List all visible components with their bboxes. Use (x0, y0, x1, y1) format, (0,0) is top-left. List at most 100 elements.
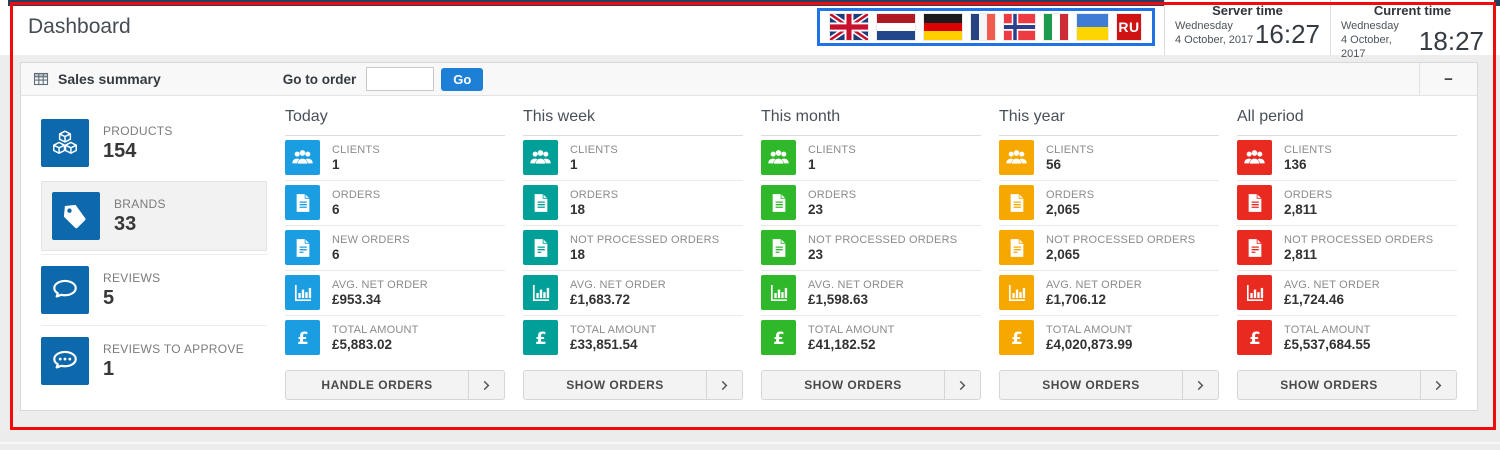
sidebar-item-reviews-to-approve[interactable]: REVIEWS TO APPROVE 1 (41, 325, 267, 396)
stat-value: 18 (570, 201, 586, 217)
flag-norway[interactable] (1004, 14, 1035, 40)
document-icon (999, 185, 1034, 220)
clients-icon (999, 140, 1034, 175)
sales-summary-header: Sales summary Go to order Go − (21, 63, 1477, 96)
bar-chart-icon (1237, 275, 1272, 310)
pound-icon: £ (999, 320, 1034, 355)
page-header: Dashboard RU Server time Wednesday 4 Oct… (0, 0, 1500, 60)
period-column-all-period: All period CLIENTS 136 ORDERS 2,811 NOT … (1237, 108, 1457, 400)
svg-text:£: £ (773, 329, 785, 348)
flag-germany[interactable] (924, 14, 962, 40)
stat-label: AVG. NET ORDER (570, 278, 666, 291)
sidebar-item-value: 5 (103, 286, 115, 309)
stat-value: 23 (808, 201, 824, 217)
sidebar-item-value: 33 (114, 212, 137, 235)
sales-summary-panel: Sales summary Go to order Go − PRODUCTS … (20, 62, 1478, 411)
document-icon (1237, 185, 1272, 220)
catalog-stats-sidebar: PRODUCTS 154 BRANDS 33 REVIEWS 5 REVIEWS… (41, 108, 267, 400)
document-icon (523, 185, 558, 220)
stat-label: AVG. NET ORDER (332, 278, 428, 291)
table-icon (33, 71, 49, 87)
stat-row: CLIENTS 1 (761, 136, 981, 181)
stat-label: ORDERS (1046, 188, 1095, 201)
stat-row: CLIENTS 1 (523, 136, 743, 181)
stat-value: £4,020,873.99 (1046, 336, 1133, 352)
stat-label: TOTAL AMOUNT (570, 323, 657, 336)
chevron-right-icon (1420, 371, 1456, 399)
stat-label: NOT PROCESSED ORDERS (808, 233, 958, 246)
stat-value: £1,683.72 (570, 291, 631, 307)
sidebar-item-products[interactable]: PRODUCTS 154 (41, 108, 267, 178)
stat-row: ORDERS 23 (761, 181, 981, 226)
go-to-order-group: Go to order Go (283, 67, 484, 91)
sales-summary-body: PRODUCTS 154 BRANDS 33 REVIEWS 5 REVIEWS… (21, 96, 1477, 400)
stat-value: 6 (332, 246, 340, 262)
show-orders-button[interactable]: SHOW ORDERS (761, 370, 981, 400)
pound-icon: £ (285, 320, 320, 355)
current-time-clock: 18:27 (1418, 25, 1484, 56)
period-title: This year (999, 108, 1219, 136)
flag-russian[interactable]: RU (1117, 14, 1141, 40)
stat-label: AVG. NET ORDER (808, 278, 904, 291)
period-column-this-year: This year CLIENTS 56 ORDERS 2,065 NOT PR… (999, 108, 1219, 400)
period-column-today: Today CLIENTS 1 ORDERS 6 NEW ORDERS 6 AV… (285, 108, 505, 400)
clients-icon (1237, 140, 1272, 175)
stat-row: NOT PROCESSED ORDERS 2,065 (999, 226, 1219, 271)
stat-row: NOT PROCESSED ORDERS 23 (761, 226, 981, 271)
stat-row: CLIENTS 136 (1237, 136, 1457, 181)
bar-chart-icon (523, 275, 558, 310)
stat-row: CLIENTS 1 (285, 136, 505, 181)
clients-icon (761, 140, 796, 175)
stat-label: CLIENTS (808, 143, 856, 156)
svg-text:£: £ (297, 329, 309, 348)
page-title: Dashboard (28, 15, 131, 38)
sidebar-item-reviews[interactable]: REVIEWS 5 (41, 254, 267, 325)
stat-value: 2,065 (1046, 246, 1080, 262)
stat-label: CLIENTS (1284, 143, 1332, 156)
flag-italy[interactable] (1044, 14, 1068, 40)
stat-value: £1,598.63 (808, 291, 869, 307)
stat-label: AVG. NET ORDER (1284, 278, 1380, 291)
server-time-date: Wednesday 4 October, 2017 (1175, 20, 1254, 46)
svg-text:£: £ (1249, 329, 1261, 348)
stat-value: 6 (332, 201, 340, 217)
svg-text:£: £ (1011, 329, 1023, 348)
stat-label: CLIENTS (332, 143, 380, 156)
stat-label: ORDERS (808, 188, 857, 201)
stat-row: £ TOTAL AMOUNT £33,851.54 (523, 316, 743, 360)
minus-icon: − (1444, 70, 1453, 88)
flag-united-kingdom[interactable] (830, 14, 868, 40)
period-title: All period (1237, 108, 1457, 136)
stat-value: 23 (808, 246, 824, 262)
stat-label: NOT PROCESSED ORDERS (570, 233, 720, 246)
flag-ukraine[interactable] (1077, 14, 1108, 40)
page-bottom-area (0, 431, 1500, 450)
collapse-panel-button[interactable]: − (1419, 63, 1477, 95)
stat-label: ORDERS (570, 188, 619, 201)
chevron-right-icon (1182, 371, 1218, 399)
sidebar-item-value: 1 (103, 357, 115, 380)
show-orders-button[interactable]: SHOW ORDERS (1237, 370, 1457, 400)
stat-row: NOT PROCESSED ORDERS 18 (523, 226, 743, 271)
sidebar-item-label: BRANDS (114, 196, 166, 211)
order-number-input[interactable] (366, 67, 435, 91)
document-alt-icon (1237, 230, 1272, 265)
period-column-this-week: This week CLIENTS 1 ORDERS 18 NOT PROCES… (523, 108, 743, 400)
stat-label: TOTAL AMOUNT (332, 323, 419, 336)
show-orders-button[interactable]: SHOW ORDERS (999, 370, 1219, 400)
stat-value: 2,811 (1284, 201, 1318, 217)
stat-value: 1 (808, 156, 816, 172)
flag-france[interactable] (971, 14, 995, 40)
sidebar-item-brands[interactable]: BRANDS 33 (41, 181, 267, 251)
stat-row: CLIENTS 56 (999, 136, 1219, 181)
flag-netherlands[interactable] (877, 14, 915, 40)
stat-row: ORDERS 2,811 (1237, 181, 1457, 226)
handle-orders-button[interactable]: HANDLE ORDERS (285, 370, 505, 400)
bar-chart-icon (761, 275, 796, 310)
document-alt-icon (999, 230, 1034, 265)
period-column-this-month: This month CLIENTS 1 ORDERS 23 NOT PROCE… (761, 108, 981, 400)
document-icon (761, 185, 796, 220)
go-button[interactable]: Go (441, 67, 484, 91)
show-orders-button[interactable]: SHOW ORDERS (523, 370, 743, 400)
stat-row: £ TOTAL AMOUNT £4,020,873.99 (999, 316, 1219, 360)
